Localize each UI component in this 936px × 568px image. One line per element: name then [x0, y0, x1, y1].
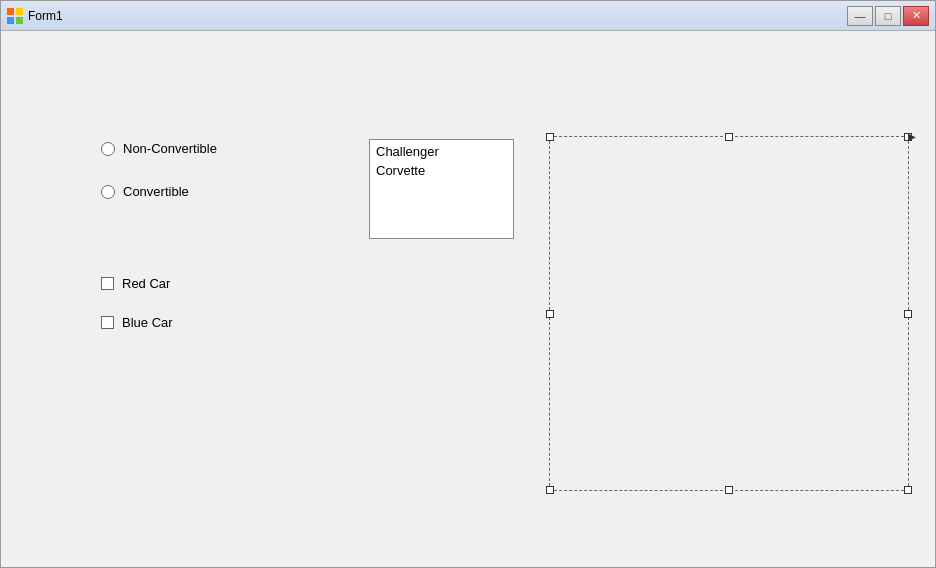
title-bar: Form1 — □ ✕: [1, 1, 935, 31]
radio-label-non-convertible: Non-Convertible: [123, 141, 217, 156]
design-panel: ▶: [549, 136, 909, 491]
handle-middle-right[interactable]: [904, 310, 912, 318]
radio-circle-non-convertible[interactable]: [101, 142, 115, 156]
handle-middle-left[interactable]: [546, 310, 554, 318]
minimize-button[interactable]: —: [847, 6, 873, 26]
expand-arrow[interactable]: ▶: [906, 129, 918, 143]
close-button[interactable]: ✕: [903, 6, 929, 26]
window-title: Form1: [28, 9, 63, 23]
radio-circle-convertible[interactable]: [101, 185, 115, 199]
svg-rect-0: [7, 8, 14, 15]
checkbox-box-blue-car[interactable]: [101, 316, 114, 329]
main-window: Form1 — □ ✕ Non-Convertible Convertible …: [0, 0, 936, 568]
window-body: Non-Convertible Convertible Red Car Blue…: [1, 31, 935, 567]
checkbox-group: Red Car Blue Car: [101, 276, 173, 330]
radio-label-convertible: Convertible: [123, 184, 189, 199]
app-icon: [7, 8, 23, 24]
checkbox-item-blue-car[interactable]: Blue Car: [101, 315, 173, 330]
handle-top-left[interactable]: [546, 133, 554, 141]
listbox[interactable]: Challenger Corvette: [369, 139, 514, 239]
handle-bottom-middle[interactable]: [725, 486, 733, 494]
svg-rect-3: [16, 17, 23, 24]
maximize-button[interactable]: □: [875, 6, 901, 26]
checkbox-item-red-car[interactable]: Red Car: [101, 276, 173, 291]
handle-bottom-right[interactable]: [904, 486, 912, 494]
checkbox-box-red-car[interactable]: [101, 277, 114, 290]
title-bar-left: Form1: [7, 8, 63, 24]
checkbox-label-red-car: Red Car: [122, 276, 170, 291]
svg-rect-1: [16, 8, 23, 15]
listbox-item-challenger[interactable]: Challenger: [370, 142, 513, 161]
handle-top-middle[interactable]: [725, 133, 733, 141]
radio-group: Non-Convertible Convertible: [101, 141, 217, 199]
radio-item-convertible[interactable]: Convertible: [101, 184, 217, 199]
checkbox-label-blue-car: Blue Car: [122, 315, 173, 330]
handle-bottom-left[interactable]: [546, 486, 554, 494]
title-bar-buttons: — □ ✕: [847, 6, 929, 26]
radio-item-non-convertible[interactable]: Non-Convertible: [101, 141, 217, 156]
listbox-item-corvette[interactable]: Corvette: [370, 161, 513, 180]
svg-rect-2: [7, 17, 14, 24]
